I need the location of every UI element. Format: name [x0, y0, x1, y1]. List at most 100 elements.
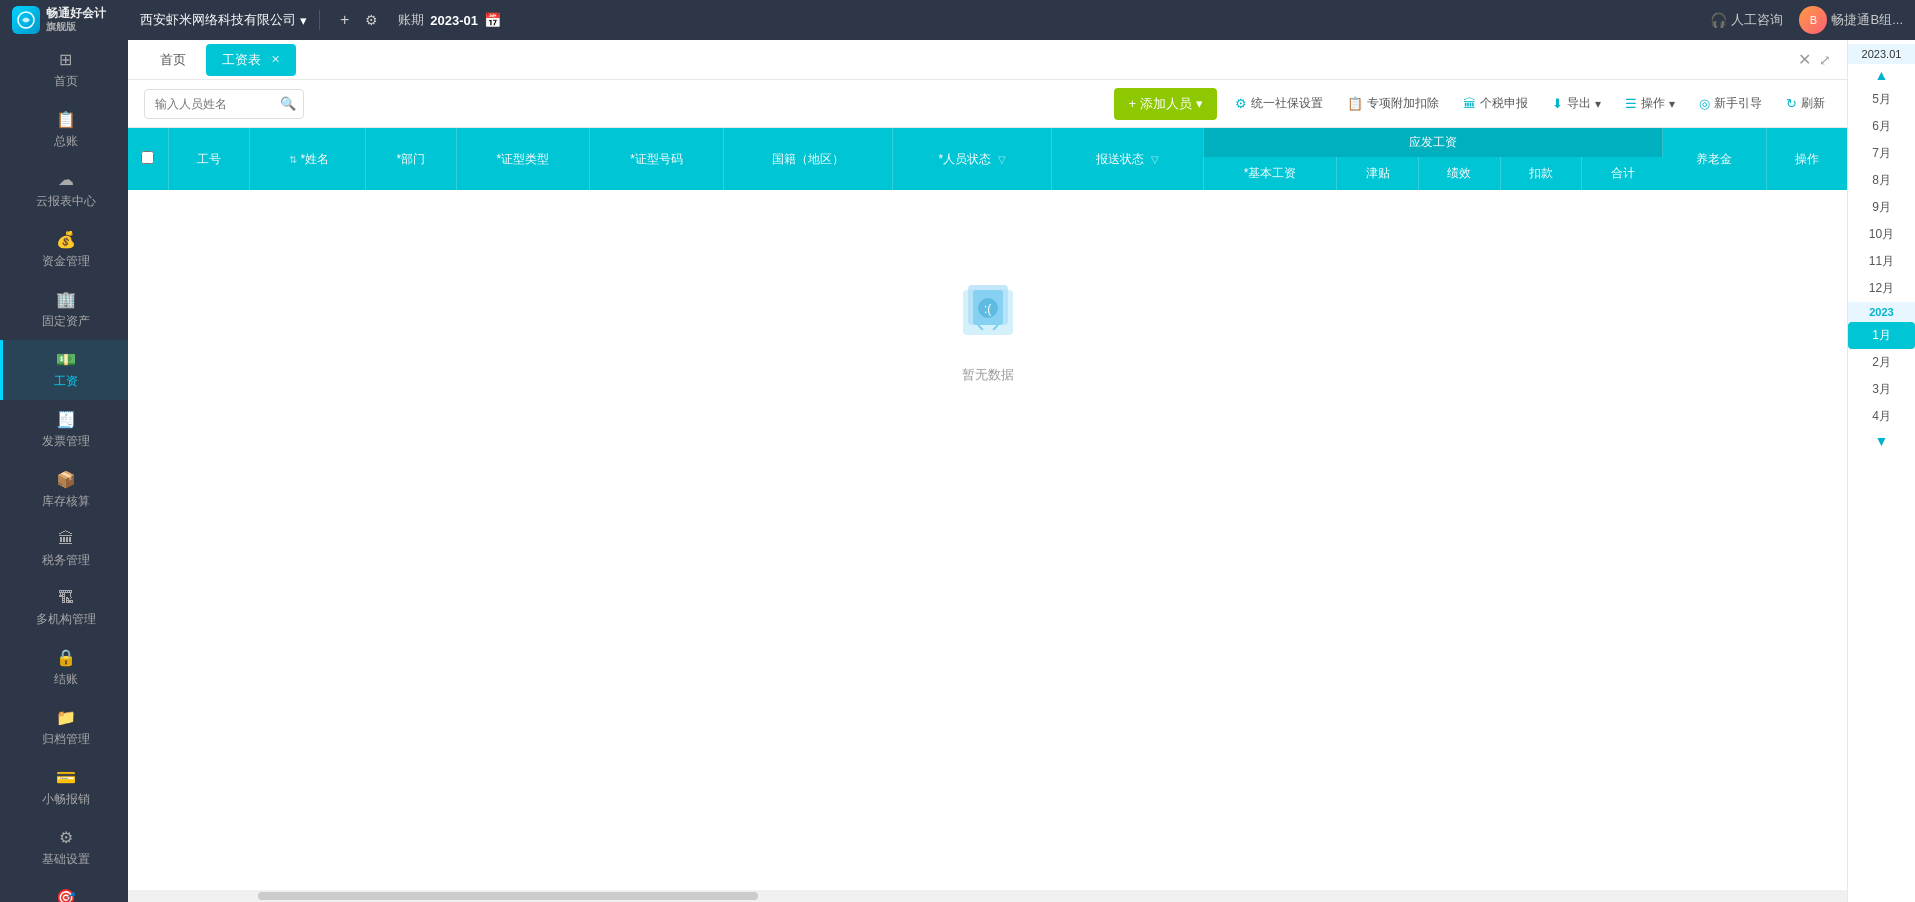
- social-security-btn[interactable]: ⚙ 统一社保设置: [1229, 91, 1329, 116]
- sidebar-item-funds[interactable]: 💰 资金管理: [0, 220, 128, 280]
- sidebar-item-inventory[interactable]: 📦 库存核算: [0, 460, 128, 520]
- user-info[interactable]: B 畅捷通B组...: [1799, 6, 1903, 34]
- month-2022-6[interactable]: 6月: [1848, 113, 1915, 140]
- refresh-btn[interactable]: ↻ 刷新: [1780, 91, 1831, 116]
- status-filter-icon[interactable]: ▽: [998, 154, 1006, 165]
- th-performance: 绩效: [1419, 157, 1501, 190]
- export-btn[interactable]: ⬇ 导出 ▾: [1546, 91, 1607, 116]
- tab-salary-table[interactable]: 工资表 ✕: [206, 44, 296, 76]
- month-2023-4[interactable]: 4月: [1848, 403, 1915, 430]
- sidebar-icon-funds: 💰: [56, 230, 76, 249]
- month-2022-5[interactable]: 5月: [1848, 86, 1915, 113]
- company-selector[interactable]: 西安虾米网络科技有限公司 ▾: [140, 11, 307, 29]
- add-company-btn[interactable]: +: [340, 11, 349, 29]
- sidebar-item-assets[interactable]: 🏢 固定资产: [0, 280, 128, 340]
- add-person-dropdown-icon: ▾: [1196, 96, 1203, 111]
- operations-dropdown-icon: ▾: [1669, 97, 1675, 111]
- empty-state: :( 暂无数据: [128, 190, 1847, 464]
- th-salary-group: 应发工资: [1203, 128, 1662, 157]
- sidebar-label-close: 结账: [54, 671, 78, 688]
- settings-btn[interactable]: ⚙: [365, 12, 378, 28]
- sidebar-icon-salary: 💵: [56, 350, 76, 369]
- sidebar-icon-guide: 🎯: [56, 888, 76, 902]
- th-basic-salary: *基本工资: [1203, 157, 1337, 190]
- app-name: 畅通好会计: [46, 6, 106, 20]
- month-2023-1[interactable]: 1月: [1848, 322, 1915, 349]
- app-edition: 旗舰版: [46, 20, 106, 34]
- period-label: 账期: [398, 11, 424, 29]
- sidebar-item-salary[interactable]: 💵 工资: [0, 340, 128, 400]
- empty-text: 暂无数据: [962, 366, 1014, 384]
- month-2023-3[interactable]: 3月: [1848, 376, 1915, 403]
- tab-salary-label: 工资表: [222, 51, 261, 69]
- month-2022-11[interactable]: 11月: [1848, 248, 1915, 275]
- special-deduction-btn[interactable]: 📋 专项附加扣除: [1341, 91, 1445, 116]
- tab-home[interactable]: 首页: [144, 44, 202, 76]
- table-scrollbar[interactable]: [128, 890, 1847, 902]
- scrollbar-thumb[interactable]: [258, 892, 758, 900]
- month-2022-9[interactable]: 9月: [1848, 194, 1915, 221]
- sidebar-item-guide[interactable]: 🎯 新手引导: [0, 878, 128, 902]
- sidebar-item-multi-org[interactable]: 🏗 多机构管理: [0, 579, 128, 638]
- operations-btn[interactable]: ☰ 操作 ▾: [1619, 91, 1681, 116]
- special-deduction-label: 专项附加扣除: [1367, 95, 1439, 112]
- add-person-label: 添加人员: [1140, 95, 1192, 113]
- sidebar-icon-expense: 💳: [56, 768, 76, 787]
- add-person-btn[interactable]: + 添加人员 ▾: [1114, 88, 1217, 120]
- tax-icon: 🏛: [1463, 96, 1476, 111]
- th-report-status: 报送状态 ▽: [1052, 128, 1203, 190]
- account-period: 账期 2023-01 📅: [398, 11, 501, 29]
- sidebar-item-close[interactable]: 🔒 结账: [0, 638, 128, 698]
- sidebar-item-archive[interactable]: 📁 归档管理: [0, 698, 128, 758]
- search-wrapper: 🔍: [144, 89, 304, 119]
- th-id-type: *证型类型: [456, 128, 590, 190]
- company-dropdown-icon[interactable]: ▾: [300, 13, 307, 28]
- sidebar-item-tax[interactable]: 🏛 税务管理: [0, 520, 128, 579]
- window-close-btn[interactable]: ✕: [1798, 50, 1811, 69]
- sidebar-item-settings[interactable]: ⚙ 基础设置: [0, 818, 128, 878]
- report-status-filter-icon[interactable]: ▽: [1151, 154, 1159, 165]
- tab-close-btn[interactable]: ✕: [271, 53, 280, 66]
- sidebar-icon-inventory: 📦: [56, 470, 76, 489]
- date-nav-down-btn[interactable]: ▼: [1848, 430, 1915, 452]
- export-dropdown-icon: ▾: [1595, 97, 1601, 111]
- sidebar-icon-assets: 🏢: [56, 290, 76, 309]
- guide-btn[interactable]: ◎ 新手引导: [1693, 91, 1768, 116]
- month-2023-2[interactable]: 2月: [1848, 349, 1915, 376]
- th-name: ⇅ *姓名: [250, 128, 366, 190]
- month-2022-7[interactable]: 7月: [1848, 140, 1915, 167]
- support-btn[interactable]: 🎧 人工咨询: [1710, 11, 1783, 29]
- sidebar-item-invoice[interactable]: 🧾 发票管理: [0, 400, 128, 460]
- tax-report-btn[interactable]: 🏛 个税申报: [1457, 91, 1534, 116]
- date-nav-up-btn[interactable]: ▲: [1848, 64, 1915, 86]
- sidebar-item-cloud-report[interactable]: ☁ 云报表中心: [0, 160, 128, 220]
- empty-icon: :(: [948, 270, 1028, 350]
- social-security-label: 统一社保设置: [1251, 95, 1323, 112]
- sidebar-item-home[interactable]: ⊞ 首页: [0, 40, 128, 100]
- sort-name-icon[interactable]: ⇅: [289, 154, 297, 165]
- period-value[interactable]: 2023-01: [430, 13, 478, 28]
- calendar-icon[interactable]: 📅: [484, 12, 501, 28]
- date-panel-header: 2023.01: [1848, 44, 1915, 64]
- month-2022-12[interactable]: 12月: [1848, 275, 1915, 302]
- th-allowance: 津贴: [1337, 157, 1419, 190]
- window-maximize-btn[interactable]: ⤢: [1819, 52, 1831, 68]
- operations-icon: ☰: [1625, 96, 1637, 111]
- th-status: *人员状态 ▽: [892, 128, 1052, 190]
- salary-table: 工号 ⇅ *姓名 *部门 *证型类型 *证型号码: [128, 128, 1847, 464]
- sidebar-item-ledger[interactable]: 📋 总账: [0, 100, 128, 160]
- sidebar-label-ledger: 总账: [54, 133, 78, 150]
- add-icon: +: [1128, 96, 1136, 111]
- select-all-checkbox[interactable]: [141, 151, 154, 164]
- refresh-label: 刷新: [1801, 95, 1825, 112]
- tab-bar: 首页 工资表 ✕ ✕ ⤢: [128, 40, 1847, 80]
- year-2023-label: 2023: [1848, 302, 1915, 322]
- th-checkbox[interactable]: [128, 128, 168, 190]
- search-icon[interactable]: 🔍: [280, 96, 296, 111]
- month-2022-8[interactable]: 8月: [1848, 167, 1915, 194]
- month-2022-10[interactable]: 10月: [1848, 221, 1915, 248]
- th-employee-id: 工号: [168, 128, 250, 190]
- sidebar-item-expense[interactable]: 💳 小畅报销: [0, 758, 128, 818]
- tab-bar-right: ✕ ⤢: [1798, 50, 1831, 69]
- th-pension: 养老金: [1663, 128, 1766, 190]
